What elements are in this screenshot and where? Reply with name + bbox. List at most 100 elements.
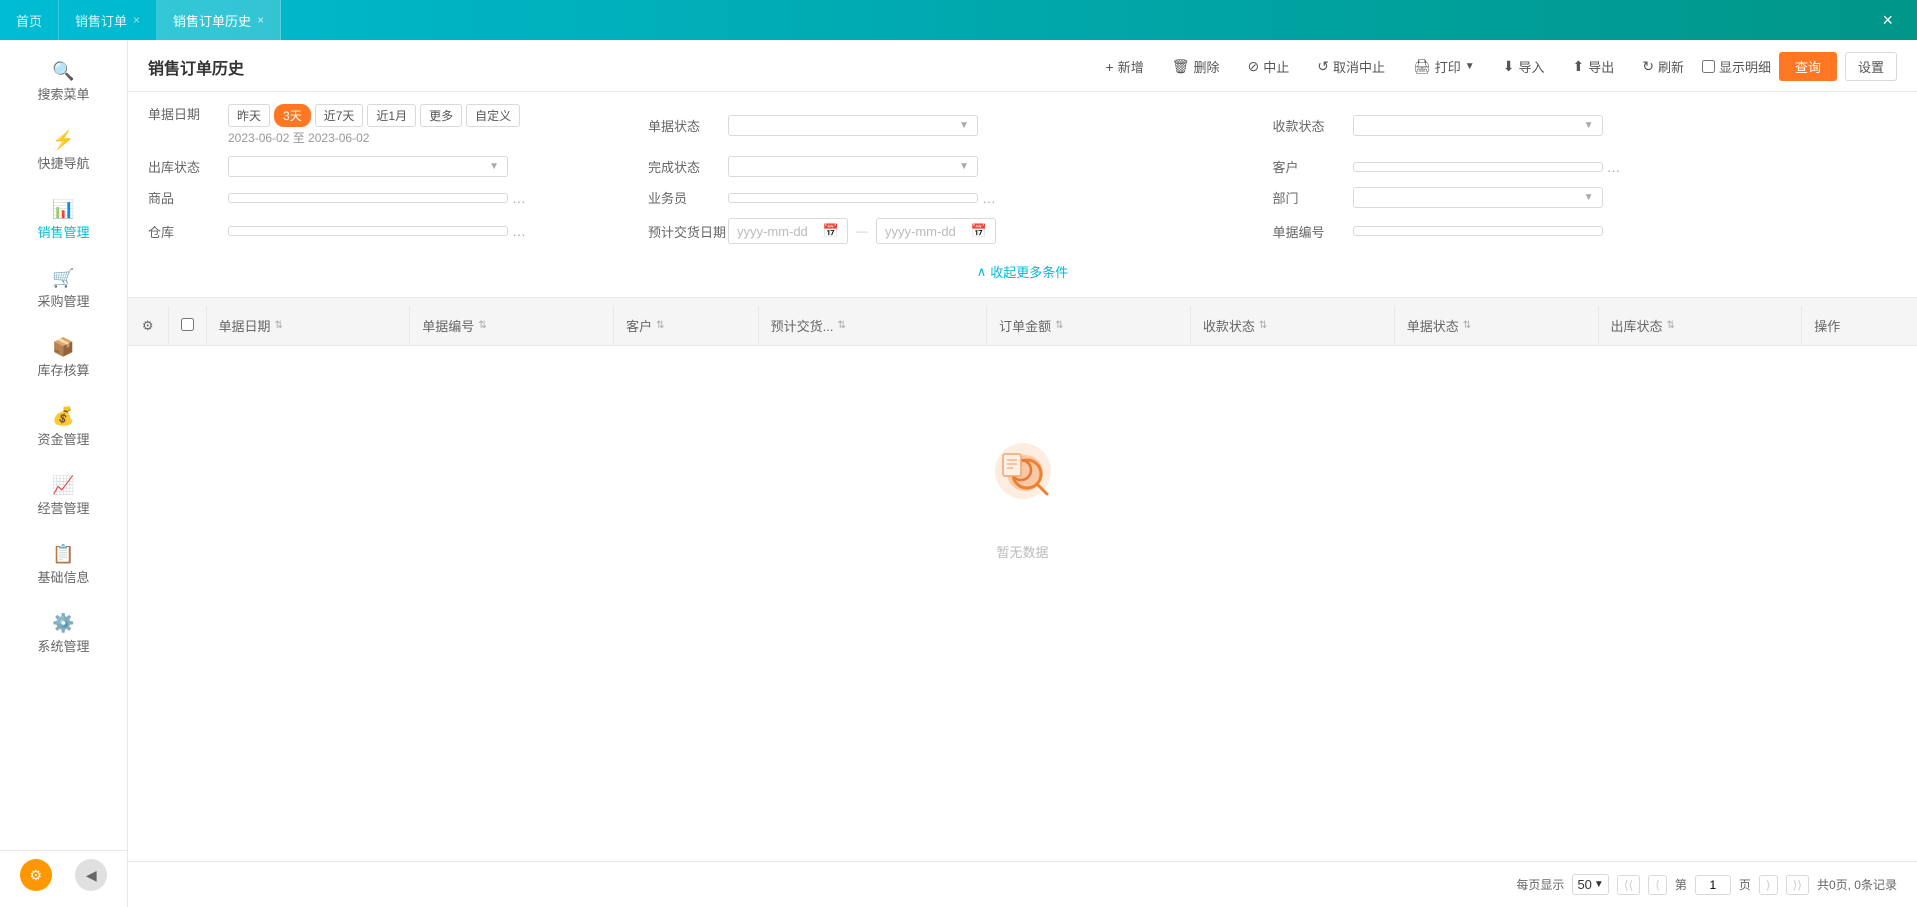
table-container: ⚙ 单据日期 ⇅ 单据编号: [128, 306, 1917, 861]
main-content: 销售订单历史 + 新增 🗑 删除 ⊘ 中止 ↺: [128, 40, 1917, 907]
th-customer-label: 客户: [626, 316, 652, 335]
export-button[interactable]: ⬆ 导出: [1562, 52, 1624, 81]
last-page-button[interactable]: ⟩⟩: [1786, 875, 1809, 895]
date-btn-1month[interactable]: 近1月: [367, 104, 416, 127]
department-select[interactable]: ▼: [1353, 187, 1603, 208]
sidebar-item-quick-nav[interactable]: ⚡ 快捷导航: [8, 119, 119, 184]
th-no-sort[interactable]: 单据编号 ⇅: [422, 316, 601, 335]
filter-salesperson-group: 业务员 …: [648, 188, 1273, 207]
th-amount-label: 订单金额: [999, 316, 1051, 335]
th-amount-sort[interactable]: 订单金额 ⇅: [999, 316, 1178, 335]
tab-sales-order-history-close[interactable]: ×: [257, 13, 264, 27]
filter-outbound-group: 出库状态 ▼: [148, 156, 648, 177]
sidebar-item-basic-info[interactable]: 📋 基础信息: [8, 533, 119, 598]
sidebar-expand-btn[interactable]: ◀: [75, 859, 107, 891]
date-btn-custom[interactable]: 自定义: [466, 104, 520, 127]
th-receipt-status-sort[interactable]: 收款状态 ⇅: [1203, 316, 1382, 335]
th-date-sort[interactable]: 单据日期 ⇅: [219, 316, 398, 335]
salesperson-input[interactable]: [728, 193, 978, 203]
sales-mgmt-icon: 📊: [52, 200, 74, 218]
refresh-button[interactable]: ↻ 刷新: [1632, 52, 1694, 81]
th-amount: 订单金额 ⇅: [987, 306, 1191, 346]
outbound-status-select[interactable]: ▼: [228, 156, 508, 177]
product-input[interactable]: [228, 193, 508, 203]
empty-text: 暂无数据: [996, 542, 1048, 561]
import-icon: ⬇: [1503, 58, 1515, 75]
th-settings[interactable]: ⚙: [128, 306, 168, 346]
filter-row-4: 仓库 … 预计交货日期 yyyy-mm-dd 📅 — yyyy-mm-dd 📅: [148, 218, 1897, 244]
stop-button[interactable]: ⊘ 中止: [1238, 52, 1300, 81]
sidebar-item-inventory-check[interactable]: 📦 库存核算: [8, 326, 119, 391]
product-ellipsis-icon[interactable]: …: [508, 190, 530, 206]
th-outbound-status-sort[interactable]: 出库状态 ⇅: [1611, 316, 1790, 335]
sidebar-bottom: ⚙ ◀: [0, 850, 127, 899]
per-page-select[interactable]: 50 ▼: [1572, 874, 1608, 895]
sidebar-item-purchase-mgmt[interactable]: 🛒 采购管理: [8, 257, 119, 322]
settings-col-icon[interactable]: ⚙: [142, 318, 154, 333]
date-btn-more[interactable]: 更多: [420, 104, 462, 127]
sidebar-item-sales-mgmt[interactable]: 📊 销售管理: [8, 188, 119, 253]
delete-button[interactable]: 🗑 删除: [1162, 52, 1230, 81]
th-checkbox[interactable]: [168, 306, 206, 346]
sort-icon-customer: ⇅: [656, 320, 664, 331]
customer-input[interactable]: [1353, 162, 1603, 172]
page-input[interactable]: [1695, 875, 1731, 895]
sidebar-item-system-mgmt[interactable]: ⚙️ 系统管理: [8, 602, 119, 667]
th-customer-sort[interactable]: 客户 ⇅: [626, 316, 746, 335]
tab-sales-order[interactable]: 销售订单 ×: [59, 0, 157, 40]
sidebar-item-label-operation-mgmt: 经营管理: [37, 498, 89, 517]
prev-page-button[interactable]: ⟨: [1648, 875, 1667, 895]
warehouse-ellipsis-icon[interactable]: …: [508, 223, 530, 239]
order-status-arrow-icon: ▼: [959, 120, 969, 131]
show-detail-checkbox[interactable]: [1702, 60, 1715, 73]
delivery-date-to[interactable]: yyyy-mm-dd 📅: [876, 218, 996, 244]
sidebar-item-search-menu[interactable]: 🔍 搜索菜单: [8, 50, 119, 115]
th-order-status-sort[interactable]: 单据状态 ⇅: [1407, 316, 1586, 335]
warehouse-input[interactable]: [228, 226, 508, 236]
sidebar-settings-btn[interactable]: ⚙: [20, 859, 52, 891]
delivery-date-from[interactable]: yyyy-mm-dd 📅: [728, 218, 848, 244]
stop-label: 中止: [1263, 57, 1289, 76]
next-page-button[interactable]: ⟩: [1759, 875, 1778, 895]
filter-order-status-group: 单据状态 ▼: [648, 115, 1273, 136]
salesperson-ellipsis-icon[interactable]: …: [978, 190, 1000, 206]
filter-warehouse-group: 仓库 …: [148, 222, 648, 241]
print-button[interactable]: 🖨 打印 ▼: [1403, 52, 1485, 81]
collapse-button[interactable]: ∧ 收起更多条件: [973, 258, 1073, 285]
tab-sales-order-history[interactable]: 销售订单历史 ×: [157, 0, 281, 40]
receipt-status-select[interactable]: ▼: [1353, 115, 1603, 136]
cancel-stop-button[interactable]: ↺ 取消中止: [1307, 52, 1395, 81]
delivery-date-label: 预计交货日期: [648, 222, 728, 241]
query-button[interactable]: 查询: [1779, 52, 1837, 81]
print-arrow-icon: ▼: [1465, 61, 1475, 72]
tab-sales-order-close[interactable]: ×: [133, 13, 140, 27]
sort-icon-receipt-status: ⇅: [1259, 320, 1267, 331]
completion-status-select[interactable]: ▼: [728, 156, 978, 177]
pagination: 每页显示 50 ▼ ⟨⟨ ⟨ 第 页 ⟩ ⟩⟩ 共0页, 0条记录: [128, 861, 1917, 907]
sidebar-item-capital-mgmt[interactable]: 💰 资金管理: [8, 395, 119, 460]
sidebar-item-operation-mgmt[interactable]: 📈 经营管理: [8, 464, 119, 529]
receipt-status-label: 收款状态: [1273, 116, 1353, 135]
page-header: 销售订单历史 + 新增 🗑 删除 ⊘ 中止 ↺: [128, 40, 1917, 92]
customer-ellipsis-icon[interactable]: …: [1603, 159, 1625, 175]
th-delivery: 预计交货... ⇅: [758, 306, 986, 346]
import-button[interactable]: ⬇ 导入: [1493, 52, 1555, 81]
new-button[interactable]: + 新增: [1096, 52, 1154, 81]
tab-home[interactable]: 首页: [0, 0, 59, 40]
inventory-check-icon: 📦: [52, 338, 74, 356]
export-label: 导出: [1588, 57, 1614, 76]
first-page-button[interactable]: ⟨⟨: [1617, 875, 1640, 895]
order-status-select[interactable]: ▼: [728, 115, 978, 136]
orderno-input[interactable]: [1353, 226, 1603, 236]
date-btn-3days[interactable]: 3天: [274, 104, 311, 127]
date-btn-7days[interactable]: 近7天: [315, 104, 364, 127]
sidebar-item-label-system-mgmt: 系统管理: [37, 636, 89, 655]
top-bar-close-icon[interactable]: ×: [1874, 10, 1901, 31]
th-delivery-sort[interactable]: 预计交货... ⇅: [771, 316, 974, 335]
select-all-checkbox[interactable]: [181, 318, 194, 331]
show-detail-checkbox-label[interactable]: 显示明细: [1702, 57, 1771, 76]
sort-icon-date: ⇅: [275, 320, 283, 331]
date-btn-today[interactable]: 昨天: [228, 104, 270, 127]
settings-button[interactable]: 设置: [1845, 52, 1897, 81]
outbound-status-label: 出库状态: [148, 157, 228, 176]
